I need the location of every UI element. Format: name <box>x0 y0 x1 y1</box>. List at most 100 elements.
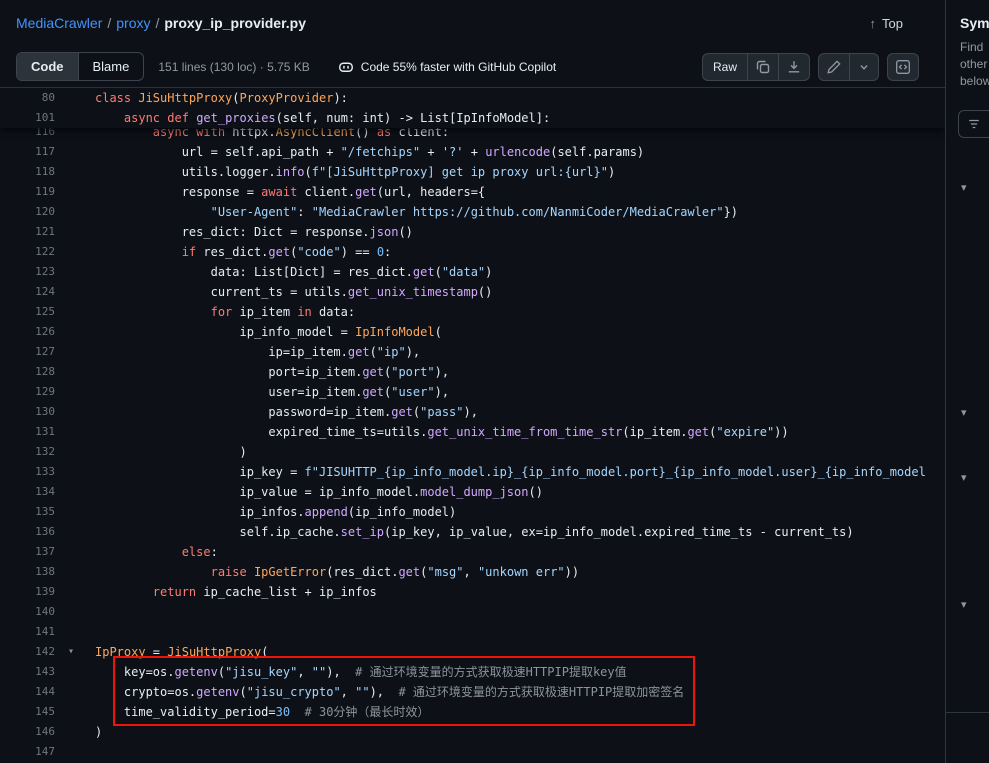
file-view-page: MediaCrawler/proxy/proxy_ip_provider.py … <box>0 0 989 763</box>
symbols-panel-description-line: below <box>960 73 989 90</box>
line-number[interactable]: 125 <box>0 302 55 322</box>
code-text: crypto=os.getenv("jisu_crypto", ""), # 通… <box>95 682 945 702</box>
symbols-filter-input[interactable] <box>958 110 989 138</box>
gutter <box>55 402 95 422</box>
line-number[interactable]: 143 <box>0 662 55 682</box>
copilot-badge[interactable]: Code 55% faster with GitHub Copilot <box>338 59 556 75</box>
chevron-down-icon[interactable]: ▾ <box>961 407 967 419</box>
code-blame-toggle: Code Blame <box>16 52 144 81</box>
line-number[interactable]: 128 <box>0 362 55 382</box>
symbols-panel: Sym Find other below ▾▾▾▾ <box>945 0 989 763</box>
gutter <box>55 88 95 108</box>
download-button[interactable] <box>778 53 810 81</box>
line-number[interactable]: 142 <box>0 642 55 662</box>
code-line: 145 time_validity_period=30 # 30分钟（最长时效） <box>0 702 945 722</box>
breadcrumb-separator: / <box>155 15 159 31</box>
copy-button[interactable] <box>747 53 779 81</box>
line-number[interactable]: 127 <box>0 342 55 362</box>
back-to-top-label: Top <box>882 16 903 31</box>
code-text: ip_info_model = IpInfoModel( <box>95 322 945 342</box>
code-line: 118 utils.logger.info(f"[JiSuHttpProxy] … <box>0 162 945 182</box>
code-line: 80 class JiSuHttpProxy(ProxyProvider): <box>0 88 945 108</box>
line-number[interactable]: 146 <box>0 722 55 742</box>
symbols-toggle-button[interactable] <box>887 53 919 81</box>
code-text <box>95 602 945 622</box>
line-number[interactable]: 133 <box>0 462 55 482</box>
line-number[interactable]: 122 <box>0 242 55 262</box>
line-number[interactable]: 144 <box>0 682 55 702</box>
gutter <box>55 442 95 462</box>
gutter <box>55 422 95 442</box>
code-text: raise IpGetError(res_dict.get("msg", "un… <box>95 562 945 582</box>
code-line: 131 expired_time_ts=utils.get_unix_time_… <box>0 422 945 442</box>
edit-dropdown-button[interactable] <box>849 53 879 81</box>
code-text: async def get_proxies(self, num: int) ->… <box>95 108 945 128</box>
copilot-icon <box>338 59 354 75</box>
line-number[interactable]: 118 <box>0 162 55 182</box>
gutter <box>55 582 95 602</box>
code-line: 126 ip_info_model = IpInfoModel( <box>0 322 945 342</box>
line-number[interactable]: 132 <box>0 442 55 462</box>
line-number[interactable]: 141 <box>0 622 55 642</box>
breadcrumb-folder-link[interactable]: proxy <box>116 15 150 31</box>
code-text: response = await client.get(url, headers… <box>95 182 945 202</box>
code-line: 139 return ip_cache_list + ip_infos <box>0 582 945 602</box>
tab-code[interactable]: Code <box>17 53 78 80</box>
code-line: 146) <box>0 722 945 742</box>
code-line: 134 ip_value = ip_info_model.model_dump_… <box>0 482 945 502</box>
code-line: 128 port=ip_item.get("port"), <box>0 362 945 382</box>
raw-button[interactable]: Raw <box>702 53 748 81</box>
tab-blame[interactable]: Blame <box>78 53 144 80</box>
line-number[interactable]: 130 <box>0 402 55 422</box>
back-to-top-button[interactable]: ↑ Top <box>870 16 903 31</box>
pencil-icon <box>826 59 842 75</box>
gutter <box>55 702 95 722</box>
edit-button[interactable] <box>818 53 850 81</box>
gutter <box>55 302 95 322</box>
line-number[interactable]: 135 <box>0 502 55 522</box>
line-number[interactable]: 101 <box>0 108 55 128</box>
code-text: else: <box>95 542 945 562</box>
code-text: ip_key = f"JISUHTTP_{ip_info_model.ip}_{… <box>95 462 945 482</box>
main-column: MediaCrawler/proxy/proxy_ip_provider.py … <box>0 0 945 763</box>
raw-copy-download-group: Raw <box>702 53 810 81</box>
code-line: 136 self.ip_cache.set_ip(ip_key, ip_valu… <box>0 522 945 542</box>
chevron-down-icon[interactable]: ▾ <box>961 599 967 611</box>
line-number[interactable]: 129 <box>0 382 55 402</box>
gutter <box>55 522 95 542</box>
line-number[interactable]: 140 <box>0 602 55 622</box>
line-number[interactable]: 123 <box>0 262 55 282</box>
chevron-down-icon[interactable]: ▾ <box>961 472 967 484</box>
code-text: ) <box>95 442 945 462</box>
breadcrumb-repo-link[interactable]: MediaCrawler <box>16 15 102 31</box>
line-number[interactable]: 119 <box>0 182 55 202</box>
line-number[interactable]: 121 <box>0 222 55 242</box>
line-number[interactable]: 131 <box>0 422 55 442</box>
gutter <box>55 722 95 742</box>
line-number[interactable]: 147 <box>0 742 55 762</box>
line-number[interactable]: 80 <box>0 88 55 108</box>
gutter <box>55 502 95 522</box>
gutter <box>55 242 95 262</box>
code-text: data: List[Dict] = res_dict.get("data") <box>95 262 945 282</box>
code-text: class JiSuHttpProxy(ProxyProvider): <box>95 88 945 108</box>
line-number[interactable]: 126 <box>0 322 55 342</box>
code-line: 133 ip_key = f"JISUHTTP_{ip_info_model.i… <box>0 462 945 482</box>
line-number[interactable]: 145 <box>0 702 55 722</box>
code-text: current_ts = utils.get_unix_timestamp() <box>95 282 945 302</box>
line-number[interactable]: 136 <box>0 522 55 542</box>
line-number[interactable]: 138 <box>0 562 55 582</box>
gutter <box>55 182 95 202</box>
line-number[interactable]: 117 <box>0 142 55 162</box>
chevron-down-icon[interactable]: ▾ <box>961 182 967 194</box>
line-number[interactable]: 139 <box>0 582 55 602</box>
line-number[interactable]: 134 <box>0 482 55 502</box>
arrow-up-icon: ↑ <box>870 16 877 31</box>
breadcrumb-file-name: proxy_ip_provider.py <box>164 15 306 31</box>
panel-divider <box>946 712 989 713</box>
code-line: 140 <box>0 602 945 622</box>
line-number[interactable]: 137 <box>0 542 55 562</box>
line-number[interactable]: 120 <box>0 202 55 222</box>
fold-chevron-icon[interactable]: ▾ <box>68 642 74 662</box>
line-number[interactable]: 124 <box>0 282 55 302</box>
